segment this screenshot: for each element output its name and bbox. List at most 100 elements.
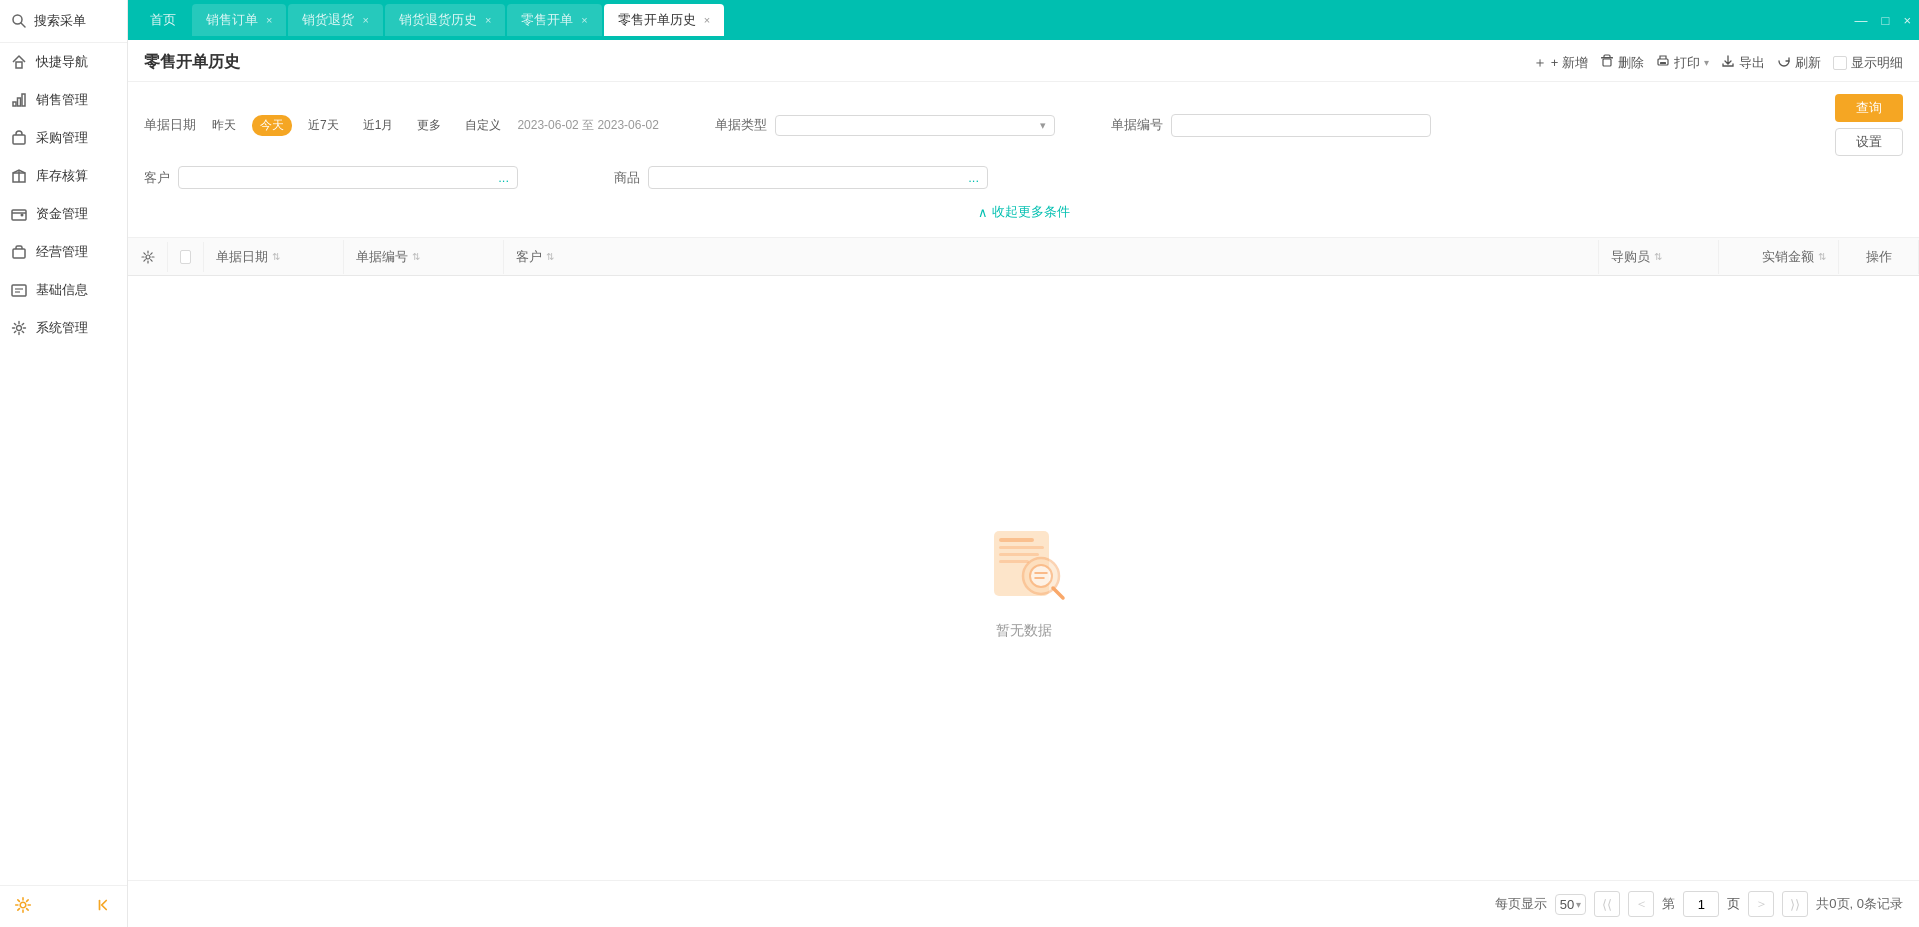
customer-dots-icon[interactable]: ... [498,170,509,185]
svg-rect-3 [13,102,16,106]
select-all-checkbox[interactable] [180,250,191,264]
th-amount[interactable]: 实销金额 ⇅ [1719,240,1839,274]
table-header: 单据日期 ⇅ 单据编号 ⇅ 客户 ⇅ 导购员 ⇅ 实销金额 ⇅ [128,238,1919,276]
tab-close-icon[interactable]: × [485,14,491,26]
chart-icon [10,91,28,109]
sidebar-item-quick-nav[interactable]: 快捷导航 [0,43,127,81]
sidebar-item-label: 快捷导航 [36,53,88,71]
query-button[interactable]: 查询 [1835,94,1903,122]
svg-rect-26 [999,560,1029,563]
date-filter-label: 单据日期 [144,116,196,134]
sidebar-item-finance[interactable]: 资金管理 [0,195,127,233]
customer-select[interactable]: ... [178,166,518,189]
add-button[interactable]: ＋ + 新增 [1533,54,1588,72]
sort-customer-icon: ⇅ [546,251,554,262]
info-icon [10,281,28,299]
toolbar: ＋ + 新增 删除 打印 ▾ [1533,54,1903,72]
doc-num-input[interactable] [1171,114,1431,137]
svg-rect-18 [1603,59,1611,66]
date-more[interactable]: 更多 [409,115,449,136]
print-button[interactable]: 打印 ▾ [1656,54,1709,72]
add-icon: ＋ [1533,54,1547,72]
window-max-btn[interactable]: □ [1882,13,1890,28]
sidebar-item-inventory[interactable]: 库存核算 [0,157,127,195]
next-page-btn[interactable]: ＞ [1748,891,1774,917]
tab-sales-return-history[interactable]: 销货退货历史 × [385,4,505,36]
show-detail-check[interactable]: 显示明细 [1833,54,1903,72]
doc-type-select[interactable]: ▾ [775,115,1055,136]
tab-close-icon[interactable]: × [581,14,587,26]
sidebar: 搜索采单 快捷导航 销售管理 采购管理 库存核算 资金管理 经营管理 [0,0,128,927]
show-detail-checkbox[interactable] [1833,56,1847,70]
tab-sales-return[interactable]: 销货退货 × [288,4,382,36]
print-dropdown-icon[interactable]: ▾ [1704,57,1709,68]
date-custom[interactable]: 自定义 [457,115,509,136]
svg-rect-2 [16,62,22,68]
collapse-arrow-icon: ∧ [978,205,988,220]
last-page-btn[interactable]: ⟩⟩ [1782,891,1808,917]
sort-date-icon: ⇅ [272,251,280,262]
date-last7[interactable]: 近7天 [300,115,347,136]
home-icon [10,53,28,71]
sidebar-item-sys-mgmt[interactable]: 系统管理 [0,309,127,347]
window-close-btn[interactable]: × [1903,13,1911,28]
sidebar-item-label: 库存核算 [36,167,88,185]
th-num[interactable]: 单据编号 ⇅ [344,240,504,274]
first-page-btn[interactable]: ⟨⟨ [1594,891,1620,917]
svg-point-28 [1030,565,1052,587]
page-number-input[interactable] [1683,891,1719,917]
empty-state: 暂无数据 [128,276,1919,880]
prev-page-btn[interactable]: ＜ [1628,891,1654,917]
sidebar-item-label: 采购管理 [36,129,88,147]
svg-rect-9 [12,210,26,220]
tab-close-icon[interactable]: × [362,14,368,26]
settings-icon[interactable] [14,896,32,917]
page-size-select[interactable]: 50 ▾ [1555,894,1586,915]
date-last1m[interactable]: 近1月 [355,115,402,136]
content-area: 零售开单历史 ＋ + 新增 删除 打印 ▾ [128,40,1919,927]
th-customer[interactable]: 客户 ⇅ [504,240,1599,274]
refresh-button[interactable]: 刷新 [1777,54,1821,72]
sidebar-item-basic-info[interactable]: 基础信息 [0,271,127,309]
setting-button[interactable]: 设置 [1835,128,1903,156]
filter-row-2: 客户 ... 商品 ... [144,166,1903,189]
collapse-sidebar-icon[interactable] [95,896,113,917]
sidebar-search[interactable]: 搜索采单 [0,0,127,43]
pagination: 每页显示 50 ▾ ⟨⟨ ＜ 第 页 ＞ ⟩⟩ 共0页, 0条记录 [128,880,1919,927]
sidebar-item-label: 经营管理 [36,243,88,261]
tab-retail-open-history[interactable]: 零售开单历史 × [604,4,724,36]
query-buttons: 查询 设置 [1835,94,1903,156]
th-guide[interactable]: 导购员 ⇅ [1599,240,1719,274]
doc-type-label: 单据类型 [715,116,767,134]
doc-type-dropdown-icon: ▾ [1040,119,1046,132]
date-yesterday[interactable]: 昨天 [204,115,244,136]
svg-point-10 [21,214,24,217]
window-min-btn[interactable]: — [1855,13,1868,28]
bag-icon [10,129,28,147]
page-size-dropdown-icon: ▾ [1576,899,1581,910]
doc-num-label: 单据编号 [1111,116,1163,134]
tab-retail-open[interactable]: 零售开单 × [507,4,601,36]
sidebar-item-sales[interactable]: 销售管理 [0,81,127,119]
delete-button[interactable]: 删除 [1600,54,1644,72]
tab-close-active-icon[interactable]: × [704,14,710,26]
th-gear[interactable] [128,242,168,272]
export-button[interactable]: 导出 [1721,54,1765,72]
sidebar-item-purchase[interactable]: 采购管理 [0,119,127,157]
svg-rect-4 [18,98,21,106]
date-today[interactable]: 今天 [252,115,292,136]
tab-sales-order[interactable]: 销售订单 × [192,4,286,36]
sort-guide-icon: ⇅ [1654,251,1662,262]
tab-close-icon[interactable]: × [266,14,272,26]
sidebar-item-operations[interactable]: 经营管理 [0,233,127,271]
svg-rect-11 [13,249,25,258]
svg-point-16 [20,902,26,908]
collapse-filter-btn[interactable]: ∧ 收起更多条件 [978,199,1070,225]
th-date[interactable]: 单据日期 ⇅ [204,240,344,274]
goods-select[interactable]: ... [648,166,988,189]
th-check[interactable] [168,242,204,272]
tab-home[interactable]: 首页 [136,4,190,36]
goods-dots-icon[interactable]: ... [968,170,979,185]
briefcase-icon [10,243,28,261]
page-title: 零售开单历史 [144,52,240,73]
